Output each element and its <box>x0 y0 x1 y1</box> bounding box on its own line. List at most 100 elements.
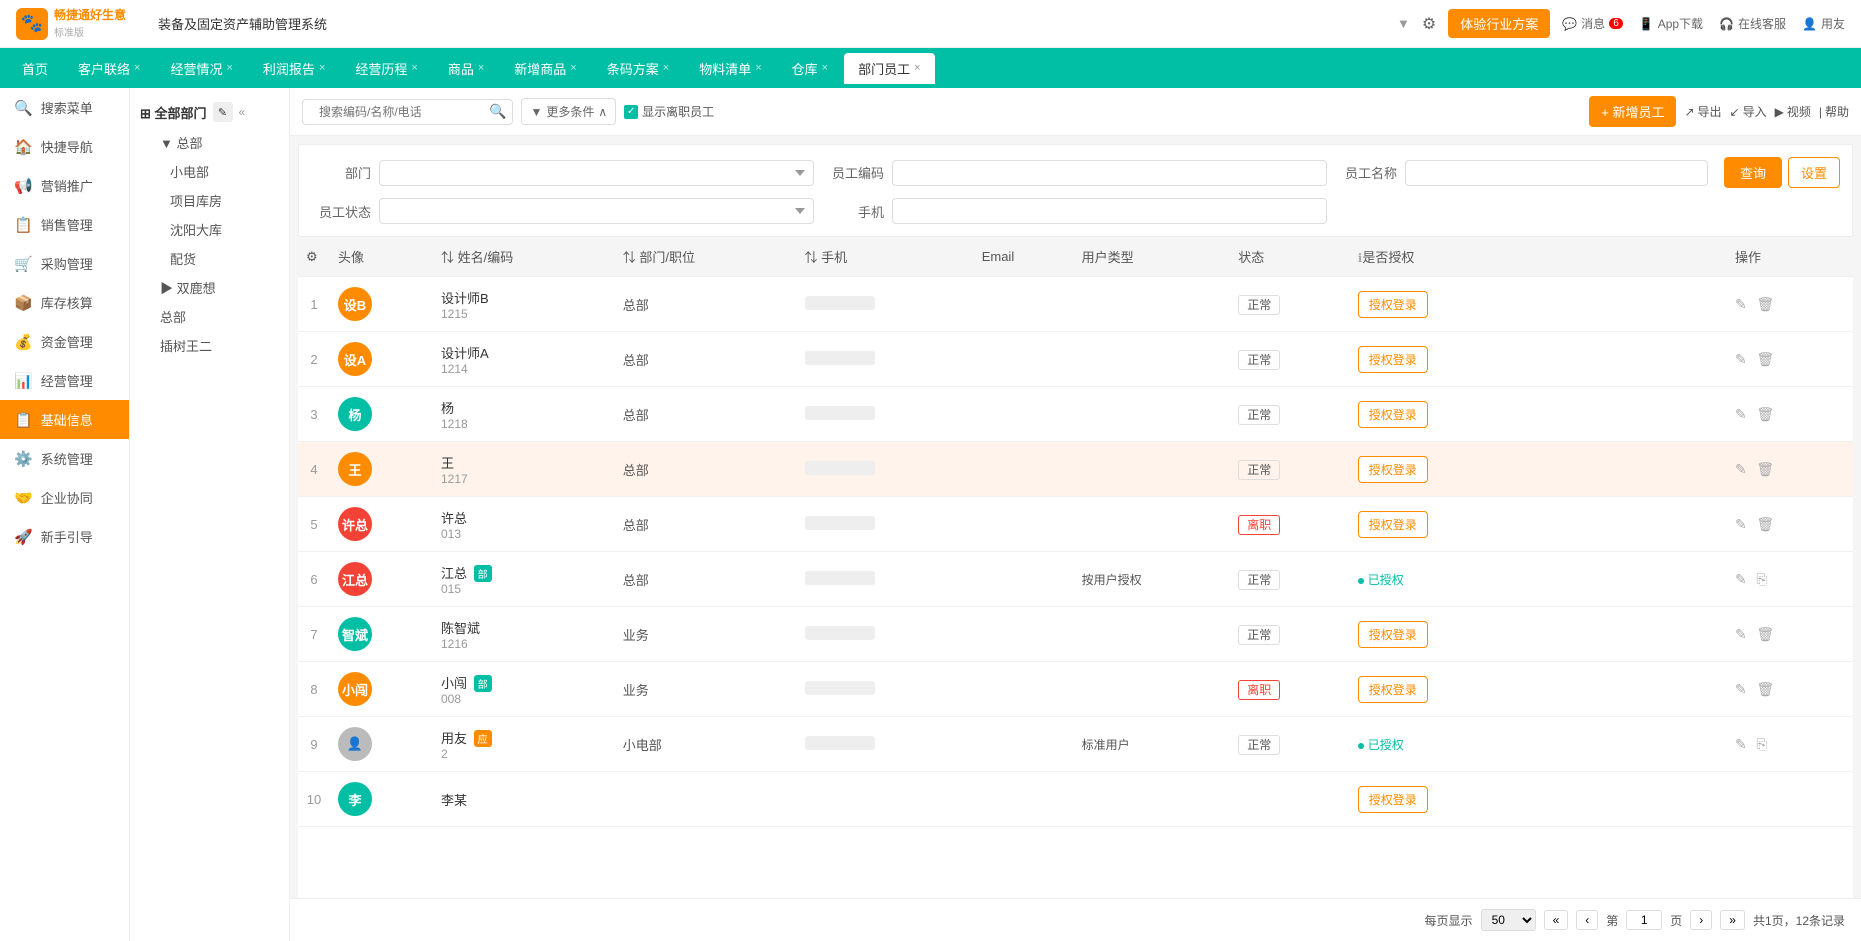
dept-item-zongbu2[interactable]: 总部 <box>140 302 289 331</box>
sidebar-item-sales[interactable]: 📋销售管理 <box>0 205 129 244</box>
tab-add-goods[interactable]: 新增商品 × <box>500 53 590 84</box>
sidebar-item-guide[interactable]: 🚀新手引导 <box>0 517 129 556</box>
view-button[interactable]: ▶ 视频 <box>1775 103 1811 120</box>
sidebar-item-marketing[interactable]: 📢营销推广 <box>0 166 129 205</box>
tab-customer[interactable]: 客户联络 × <box>64 53 154 84</box>
add-employee-button[interactable]: + 新增员工 <box>1589 96 1676 127</box>
dept-edit-icon[interactable]: ✎ <box>213 102 233 122</box>
dept-select[interactable] <box>379 160 814 186</box>
sidebar-item-basic[interactable]: 📋基础信息 <box>0 400 129 439</box>
dept-item-zongbu[interactable]: ▼ 总部 <box>140 128 289 157</box>
dept-item-chashuwang[interactable]: 插树王二 <box>140 331 289 360</box>
tab-bom[interactable]: 物料清单 × <box>685 53 775 84</box>
tab-history[interactable]: 经营历程 × <box>341 53 431 84</box>
tab-barcode[interactable]: 条码方案 × <box>593 53 683 84</box>
close-icon[interactable]: × <box>570 62 576 74</box>
dropdown-arrow-icon[interactable]: ▼ <box>1397 16 1410 31</box>
help-button[interactable]: | 帮助 <box>1819 103 1849 120</box>
tab-goods[interactable]: 商品 × <box>434 53 498 84</box>
close-icon[interactable]: × <box>755 62 761 74</box>
online-service-button[interactable]: 🎧 在线客服 <box>1719 15 1786 32</box>
user-menu[interactable]: 👤 用友 <box>1802 15 1845 32</box>
sidebar-item-management[interactable]: 📊经营管理 <box>0 361 129 400</box>
search-input[interactable] <box>309 100 489 124</box>
sidebar-item-nav[interactable]: 🏠快捷导航 <box>0 127 129 166</box>
sidebar-item-search[interactable]: 🔍搜索菜单 <box>0 88 129 127</box>
filter-more-button[interactable]: ▼ 更多条件 ∧ <box>521 98 616 125</box>
sidebar-item-system[interactable]: ⚙️系统管理 <box>0 439 129 478</box>
copy-icon[interactable]: ⎘ <box>1756 571 1767 587</box>
auth-button[interactable]: 授权登录 <box>1358 401 1428 428</box>
edit-icon[interactable]: ✎ <box>1735 681 1747 697</box>
auth-button[interactable]: 授权登录 <box>1358 676 1428 703</box>
emp-code-input[interactable] <box>892 160 1327 186</box>
import-button[interactable]: ↙ 导入 <box>1730 103 1767 120</box>
delete-icon[interactable]: 🗑 <box>1756 461 1774 477</box>
page-size-select[interactable]: 50 100 <box>1481 909 1536 931</box>
settings-icon[interactable]: ⚙ <box>1422 14 1436 34</box>
message-button[interactable]: 💬 消息 6 <box>1562 15 1623 32</box>
first-page-button[interactable]: « <box>1544 910 1569 930</box>
delete-icon[interactable]: 🗑 <box>1756 406 1774 422</box>
auth-button[interactable]: 授权登录 <box>1358 346 1428 373</box>
close-icon[interactable]: × <box>822 62 828 74</box>
emp-name-input[interactable] <box>1405 160 1708 186</box>
tab-operation[interactable]: 经营情况 × <box>156 53 246 84</box>
tab-home[interactable]: 首页 <box>8 53 62 84</box>
set-button[interactable]: 设置 <box>1788 157 1840 188</box>
sidebar-item-purchase[interactable]: 🛒采购管理 <box>0 244 129 283</box>
delete-icon[interactable]: 🗑 <box>1756 681 1774 697</box>
auth-button[interactable]: 授权登录 <box>1358 786 1428 813</box>
edit-icon[interactable]: ✎ <box>1735 736 1747 752</box>
experience-button[interactable]: 体验行业方案 <box>1448 9 1550 38</box>
emp-status-select[interactable] <box>379 198 814 224</box>
copy-icon[interactable]: ⎘ <box>1756 736 1767 752</box>
tab-employees[interactable]: 部门员工 × <box>844 53 934 84</box>
next-page-button[interactable]: › <box>1690 910 1712 930</box>
close-icon[interactable]: × <box>914 62 920 74</box>
close-icon[interactable]: × <box>226 62 232 74</box>
dept-subitem-project[interactable]: 项目库房 <box>140 186 289 215</box>
search-button[interactable]: 🔍 <box>489 103 506 120</box>
edit-icon[interactable]: ✎ <box>1735 296 1747 312</box>
edit-icon[interactable]: ✎ <box>1735 461 1747 477</box>
delete-icon[interactable]: 🗑 <box>1756 351 1774 367</box>
auth-button[interactable]: 授权登录 <box>1358 621 1428 648</box>
show-resigned-checkbox[interactable]: ✓ 显示离职员工 <box>624 103 714 120</box>
sidebar-item-finance[interactable]: 💰资金管理 <box>0 322 129 361</box>
delete-icon[interactable]: 🗑 <box>1756 516 1774 532</box>
auth-button[interactable]: 授权登录 <box>1358 291 1428 318</box>
auth-button[interactable]: 授权登录 <box>1358 456 1428 483</box>
tab-warehouse[interactable]: 仓库 × <box>778 53 842 84</box>
app-download-button[interactable]: 📱 App下载 <box>1639 15 1703 32</box>
close-icon[interactable]: × <box>478 62 484 74</box>
dept-item-shuanglu[interactable]: ▶ 双鹿想 <box>140 273 289 302</box>
auth-button[interactable]: 授权登录 <box>1358 511 1428 538</box>
dept-subitem-shenyang[interactable]: 沈阳大库 <box>140 215 289 244</box>
sidebar-item-inventory[interactable]: 📦库存核算 <box>0 283 129 322</box>
delete-icon[interactable]: 🗑 <box>1756 626 1774 642</box>
dept-collapse-btn[interactable]: « <box>239 105 246 119</box>
prev-page-button[interactable]: ‹ <box>1576 910 1598 930</box>
last-page-button[interactable]: » <box>1720 910 1745 930</box>
col-name-code[interactable]: ⇅ 姓名/编码 <box>433 237 615 277</box>
edit-icon[interactable]: ✎ <box>1735 626 1747 642</box>
edit-icon[interactable]: ✎ <box>1735 351 1747 367</box>
close-icon[interactable]: × <box>411 62 417 74</box>
tab-profit[interactable]: 利润报告 × <box>249 53 339 84</box>
close-icon[interactable]: × <box>319 62 325 74</box>
sidebar-item-collab[interactable]: 🤝企业协同 <box>0 478 129 517</box>
edit-icon[interactable]: ✎ <box>1735 571 1747 587</box>
delete-icon[interactable]: 🗑 <box>1756 296 1774 312</box>
col-settings[interactable]: ⚙ <box>298 237 330 277</box>
col-phone[interactable]: ⇅ 手机 <box>797 237 974 277</box>
edit-icon[interactable]: ✎ <box>1735 406 1747 422</box>
phone-input[interactable] <box>892 198 1327 224</box>
page-number-input[interactable] <box>1626 910 1662 930</box>
col-dept-position[interactable]: ⇅ 部门/职位 <box>615 237 797 277</box>
export-button[interactable]: ↗ 导出 <box>1684 103 1721 120</box>
query-button[interactable]: 查询 <box>1724 157 1782 188</box>
close-icon[interactable]: × <box>134 62 140 74</box>
dept-subitem-peihuo[interactable]: 配货 <box>140 244 289 273</box>
close-icon[interactable]: × <box>663 62 669 74</box>
